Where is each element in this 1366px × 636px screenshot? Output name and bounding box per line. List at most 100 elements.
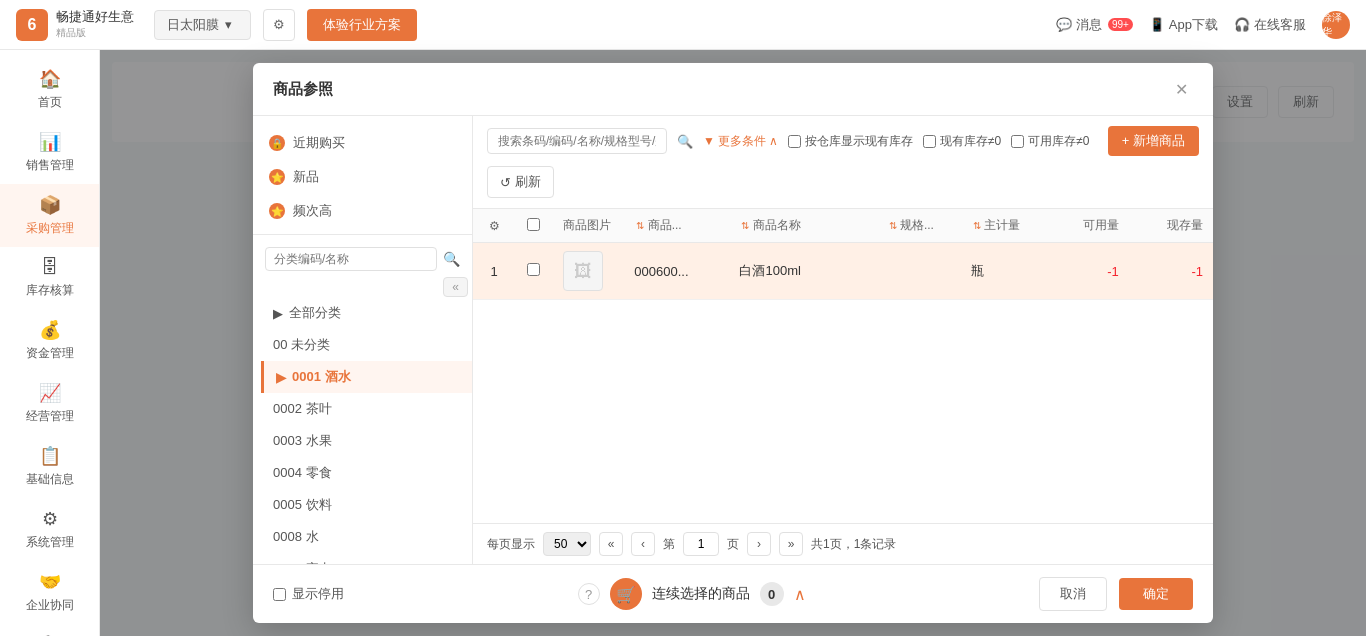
settings-button[interactable]: ⚙: [263, 9, 295, 41]
prev-page-button[interactable]: ‹: [631, 532, 655, 556]
category-snack[interactable]: 0004 零食: [261, 457, 472, 489]
new-items-item[interactable]: ⭐ 新品: [253, 160, 472, 194]
nav-right: 💬 消息 99+ 📱 App下载 🎧 在线客服 徐泽华: [1056, 11, 1350, 39]
th-avail: 可用量: [1034, 209, 1129, 243]
right-panel: 🔍 ▼ 更多条件 ∧ 按仓库显示现有库存: [473, 116, 1213, 564]
inventory-icon: 🗄: [41, 257, 59, 278]
nav-dropdown[interactable]: 日太阳膜 ▾: [154, 10, 251, 40]
left-panel-collapse-button[interactable]: «: [443, 277, 468, 297]
category-search-row: 🔍: [253, 241, 472, 277]
sidebar-item-ops[interactable]: 📈 经营管理: [0, 372, 99, 435]
new-icon: ⭐: [269, 169, 285, 185]
product-search-input[interactable]: [487, 128, 667, 154]
sidebar: 🏠 首页 📊 销售管理 📦 采购管理 🗄 库存核算 💰 资金管理 📈 经营管理 …: [0, 50, 100, 636]
sidebar-item-sales[interactable]: 📊 销售管理: [0, 121, 99, 184]
row-code: 000600...: [624, 243, 729, 300]
sidebar-item-finance[interactable]: 💰 资金管理: [0, 309, 99, 372]
user-profile[interactable]: 徐泽华: [1322, 11, 1350, 39]
filter-bar: 🔍 ▼ 更多条件 ∧ 按仓库显示现有库存: [473, 116, 1213, 209]
modal-close-button[interactable]: ✕: [1169, 77, 1193, 101]
sidebar-label-basic: 基础信息: [26, 471, 74, 488]
category-appliance[interactable]: 0010 家电: [261, 553, 472, 564]
category-all[interactable]: ▶ 全部分类: [261, 297, 472, 329]
category-water[interactable]: 0008 水: [261, 521, 472, 553]
chevron-down-icon: ▾: [225, 17, 232, 32]
freq-icon: ⭐: [269, 203, 285, 219]
app-name: 畅捷通好生意: [56, 9, 134, 26]
footer-collapse-button[interactable]: ∧: [794, 585, 806, 604]
sidebar-item-home[interactable]: 🏠 首页: [0, 58, 99, 121]
pagination-total: 共1页，1条记录: [811, 536, 896, 553]
settings-icon[interactable]: ⚙: [489, 219, 500, 233]
message-badge: 99+: [1108, 18, 1133, 31]
sort-icon: ⇅: [889, 220, 897, 231]
page-size-select[interactable]: 50: [543, 532, 591, 556]
refresh-button[interactable]: ↺ 刷新: [487, 166, 554, 198]
sidebar-label-inventory: 库存核算: [26, 282, 74, 299]
table-row[interactable]: 1 🖼: [473, 243, 1213, 300]
help-button[interactable]: ?: [578, 583, 600, 605]
sidebar-item-purchase[interactable]: 📦 采购管理: [0, 184, 99, 247]
check-existing-stock[interactable]: 现有库存≠0: [923, 133, 1001, 150]
select-all-checkbox[interactable]: [527, 218, 540, 231]
sidebar-item-inventory[interactable]: 🗄 库存核算: [0, 247, 99, 309]
freq-high-item[interactable]: ⭐ 频次高: [253, 194, 472, 228]
add-product-button[interactable]: + 新增商品: [1108, 126, 1199, 156]
category-search-input[interactable]: [265, 247, 437, 271]
modal-title: 商品参照: [273, 80, 333, 99]
left-panel: 🔒 近期购买 ⭐ 新品 ⭐ 频次高: [253, 116, 473, 564]
category-beverage[interactable]: 0005 饮料: [261, 489, 472, 521]
lock-icon: 🔒: [269, 135, 285, 151]
next-page-button[interactable]: ›: [747, 532, 771, 556]
cancel-button[interactable]: 取消: [1039, 577, 1107, 611]
th-spec: ⇅ 规格...: [877, 209, 961, 243]
sort-icon: ⇅: [741, 220, 749, 231]
refresh-icon: ↺: [500, 175, 511, 190]
finance-icon: 💰: [39, 319, 61, 341]
product-table: ⚙ 商品图片: [473, 209, 1213, 300]
check-warehouse-stock[interactable]: 按仓库显示现有库存: [788, 133, 913, 150]
sidebar-label-system: 系统管理: [26, 534, 74, 551]
category-liquor[interactable]: ▶ 0001 酒水: [261, 361, 472, 393]
more-conditions-button[interactable]: ▼ 更多条件 ∧: [703, 133, 778, 150]
first-page-button[interactable]: «: [599, 532, 623, 556]
selected-count-badge: 0: [760, 582, 784, 606]
table-header-row: ⚙ 商品图片: [473, 209, 1213, 243]
online-service-button[interactable]: 🎧 在线客服: [1234, 16, 1306, 34]
category-search-button[interactable]: 🔍: [443, 251, 460, 267]
sidebar-item-enterprise[interactable]: 🤝 企业协同: [0, 561, 99, 624]
active-arrow-icon: ▶: [276, 370, 286, 385]
last-page-button[interactable]: »: [779, 532, 803, 556]
category-uncategorized[interactable]: 00 未分类: [261, 329, 472, 361]
row-unit: 瓶: [961, 243, 1035, 300]
messages-button[interactable]: 💬 消息 99+: [1056, 16, 1133, 34]
category-fruit[interactable]: 0003 水果: [261, 425, 472, 457]
message-icon: 💬: [1056, 17, 1072, 32]
pagination-bar: 每页显示 50 « ‹ 第 页 › » 共1页，1条记录: [473, 523, 1213, 564]
sidebar-item-system[interactable]: ⚙ 系统管理: [0, 498, 99, 561]
recent-buy-item[interactable]: 🔒 近期购买: [253, 126, 472, 160]
row-name: 白酒100ml: [729, 243, 876, 300]
product-table-wrapper: ⚙ 商品图片: [473, 209, 1213, 523]
th-num: ⚙: [473, 209, 515, 243]
page-number-input[interactable]: [683, 532, 719, 556]
modal-footer: 显示停用 ? 🛒 连续选择的商品 0 ∧ 取消 确定: [253, 564, 1213, 623]
sidebar-item-guide[interactable]: 📚 新手引导: [0, 624, 99, 636]
sort-icon: ⇅: [636, 220, 644, 231]
divider: [253, 234, 472, 235]
trial-button[interactable]: 体验行业方案: [307, 9, 417, 41]
app-download-button[interactable]: 📱 App下载: [1149, 16, 1218, 34]
show-disabled-checkbox[interactable]: 显示停用: [273, 585, 344, 603]
app-sub: 精品版: [56, 26, 134, 40]
content-area: 查询 设置 刷新 商品参照 ✕: [100, 50, 1366, 636]
category-tea[interactable]: 0002 茶叶: [261, 393, 472, 425]
th-name: ⇅ 商品名称: [729, 209, 876, 243]
row-spec: [877, 243, 961, 300]
sidebar-label-enterprise: 企业协同: [26, 597, 74, 614]
row-checkbox[interactable]: [527, 263, 540, 276]
product-reference-modal: 商品参照 ✕ 🔒 近期购买 ⭐: [253, 63, 1213, 623]
product-image: 🖼: [563, 251, 603, 291]
confirm-button[interactable]: 确定: [1119, 578, 1193, 610]
check-available-stock[interactable]: 可用库存≠0: [1011, 133, 1089, 150]
sidebar-item-basic[interactable]: 📋 基础信息: [0, 435, 99, 498]
